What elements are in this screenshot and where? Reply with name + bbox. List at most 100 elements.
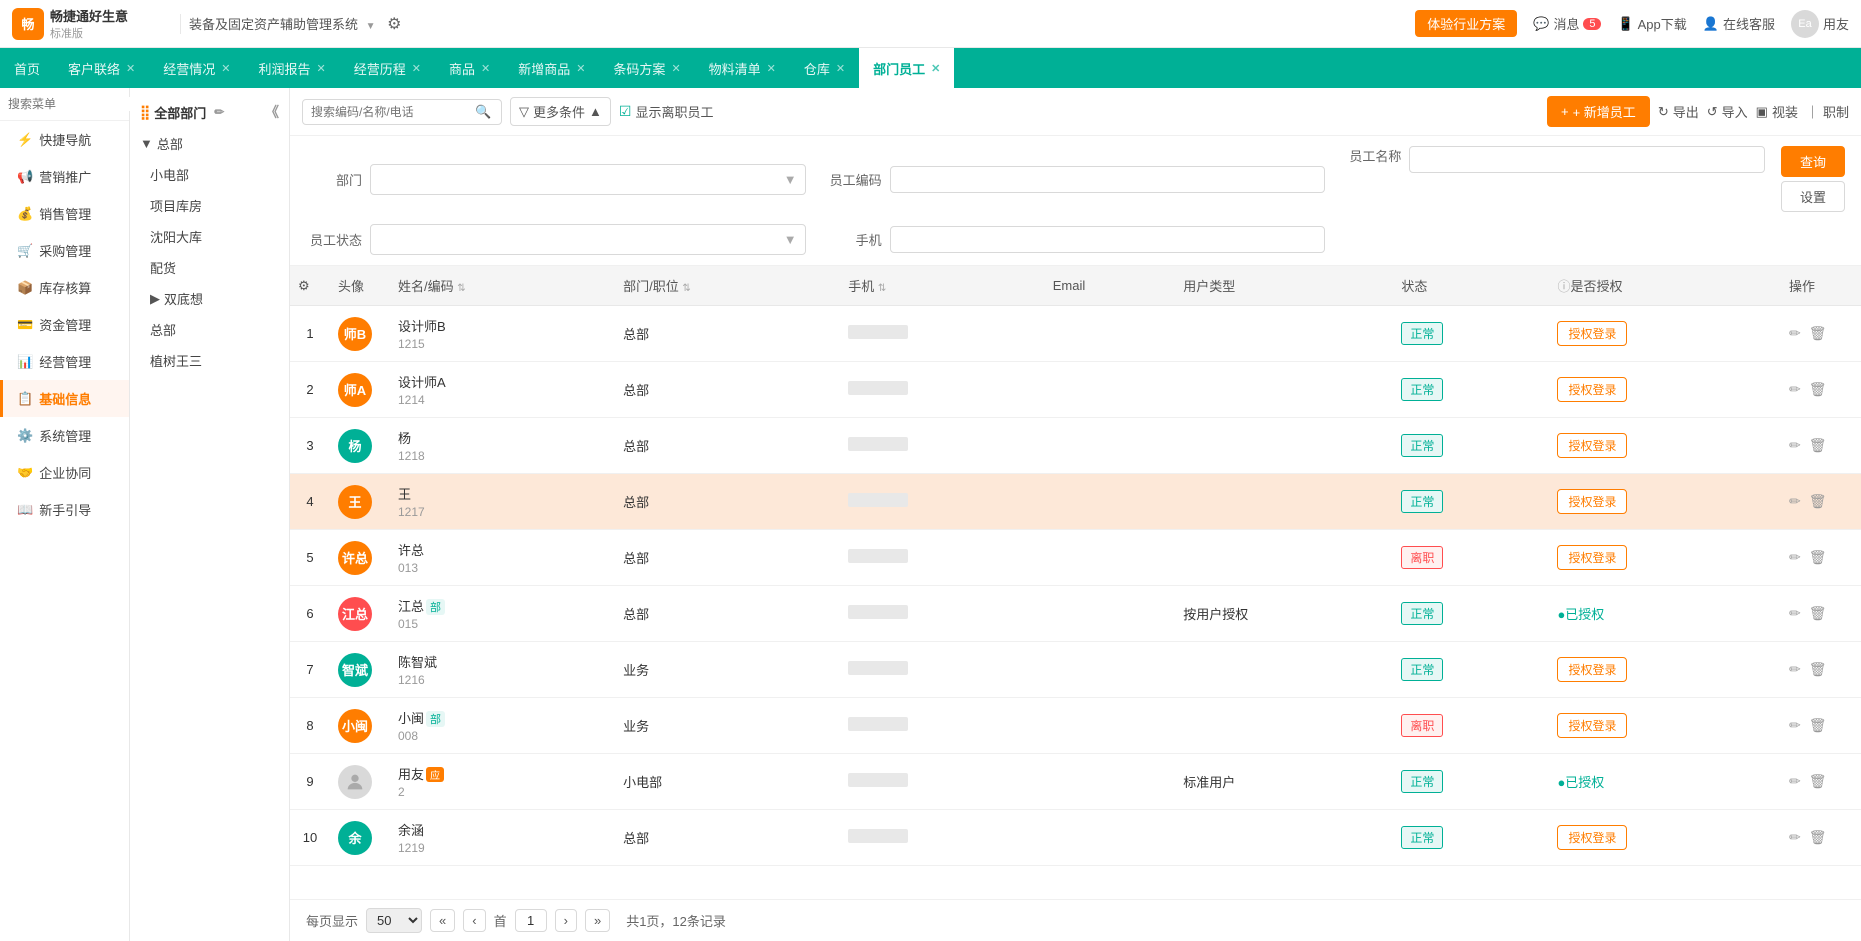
edit-icon[interactable]: ✏: [1789, 437, 1801, 454]
nav-item-system[interactable]: ⚙️ 系统管理: [0, 417, 129, 454]
nav-item-new-goods[interactable]: 新增商品 ✕: [504, 48, 599, 88]
edit-icon[interactable]: ✏: [1789, 381, 1801, 398]
online-service-button[interactable]: 👤 在线客服: [1703, 14, 1775, 33]
nav-item-basic[interactable]: 📋 基础信息: [0, 380, 129, 417]
nav-item-profit[interactable]: 利润报告 ✕: [244, 48, 339, 88]
filter-empname-input[interactable]: [1409, 146, 1765, 173]
delete-icon[interactable]: 🗑: [1809, 381, 1827, 398]
dept-edit-icon[interactable]: ✏: [214, 105, 224, 119]
filter-status-select[interactable]: ▼: [370, 224, 806, 255]
nav-item-operation[interactable]: 经营情况 ✕: [149, 48, 244, 88]
dept-item-zhishu[interactable]: 植树王三: [130, 345, 289, 376]
sort-name-icon[interactable]: ⇅: [457, 283, 465, 294]
dept-item-peihuo[interactable]: 配货: [130, 252, 289, 283]
edit-icon[interactable]: ✏: [1789, 549, 1801, 566]
nav-close-history[interactable]: ✕: [412, 62, 421, 75]
nav-close-profit[interactable]: ✕: [317, 62, 326, 75]
edit-icon[interactable]: ✏: [1789, 493, 1801, 510]
nav-item-customer[interactable]: 客户联络 ✕: [54, 48, 149, 88]
dept-item-xiaodian[interactable]: 小电部: [130, 159, 289, 190]
nav-close-new-goods[interactable]: ✕: [576, 62, 585, 75]
print-button[interactable]: ｜ 职制: [1806, 102, 1849, 121]
prev-page-button[interactable]: ‹: [463, 909, 485, 932]
delete-icon[interactable]: 🗑: [1809, 661, 1827, 678]
delete-icon[interactable]: 🗑: [1809, 325, 1827, 342]
query-button[interactable]: 查询: [1781, 146, 1845, 177]
first-page-button[interactable]: «: [430, 909, 455, 932]
delete-icon[interactable]: 🗑: [1809, 829, 1827, 846]
import-button[interactable]: ↺ 导入: [1707, 102, 1748, 121]
last-page-button[interactable]: »: [585, 909, 610, 932]
show-resigned-checkbox[interactable]: ☑ 显示离职员工: [619, 102, 714, 121]
delete-icon[interactable]: 🗑: [1809, 773, 1827, 790]
nav-item-home[interactable]: 首页: [0, 48, 54, 88]
add-employee-button[interactable]: + + 新增员工: [1547, 96, 1650, 127]
nav-close-customer[interactable]: ✕: [126, 62, 135, 75]
settings-icon[interactable]: ⚙: [387, 16, 401, 33]
nav-item-marketing[interactable]: 📢 营销推广: [0, 158, 129, 195]
delete-icon[interactable]: 🗑: [1809, 549, 1827, 566]
filter-empcode-input[interactable]: [890, 166, 1326, 193]
nav-item-guide[interactable]: 📖 新手引导: [0, 491, 129, 528]
dept-item-zongbu[interactable]: 总部: [130, 314, 289, 345]
settings-col-icon[interactable]: ⚙: [298, 278, 310, 293]
nav-close-warehouse[interactable]: ✕: [836, 62, 845, 75]
next-page-button[interactable]: ›: [555, 909, 577, 932]
auth-button[interactable]: 授权登录: [1557, 825, 1627, 850]
auth-button[interactable]: 授权登录: [1557, 377, 1627, 402]
auth-button[interactable]: 授权登录: [1557, 657, 1627, 682]
nav-item-inventory[interactable]: 📦 库存核算: [0, 269, 129, 306]
search-icon[interactable]: 🔍: [475, 104, 491, 120]
dept-item-shenyang[interactable]: 沈阳大库: [130, 221, 289, 252]
search-input[interactable]: [311, 105, 471, 119]
filter-dept-select[interactable]: ▼: [370, 164, 806, 195]
dept-collapse-icon[interactable]: 《: [265, 102, 279, 122]
page-size-select[interactable]: 50 20 100: [366, 908, 422, 933]
nav-close-goods[interactable]: ✕: [481, 62, 490, 75]
edit-icon[interactable]: ✏: [1789, 325, 1801, 342]
export-button[interactable]: ↻ 导出: [1658, 102, 1699, 121]
dept-item-project[interactable]: 项目库房: [130, 190, 289, 221]
delete-icon[interactable]: 🗑: [1809, 605, 1827, 622]
nav-item-finance[interactable]: 💳 资金管理: [0, 306, 129, 343]
nav-item-employees[interactable]: 部门员工 ✕: [859, 48, 954, 88]
message-button[interactable]: 💬 消息 5: [1533, 14, 1601, 33]
edit-icon[interactable]: ✏: [1789, 661, 1801, 678]
trial-button[interactable]: 体验行业方案: [1415, 10, 1517, 37]
nav-item-bom[interactable]: 物料清单 ✕: [695, 48, 790, 88]
auth-button[interactable]: 授权登录: [1557, 433, 1627, 458]
delete-icon[interactable]: 🗑: [1809, 493, 1827, 510]
nav-close-bom[interactable]: ✕: [767, 62, 776, 75]
auth-button[interactable]: 授权登录: [1557, 489, 1627, 514]
nav-item-business[interactable]: 📊 经营管理: [0, 343, 129, 380]
user-avatar-area[interactable]: Ea 用友: [1791, 10, 1849, 38]
nav-item-quick[interactable]: ⚡ 快捷导航: [0, 121, 129, 158]
edit-icon[interactable]: ✏: [1789, 829, 1801, 846]
nav-item-collab[interactable]: 🤝 企业协同: [0, 454, 129, 491]
auth-button[interactable]: 授权登录: [1557, 545, 1627, 570]
sort-phone-icon[interactable]: ⇅: [878, 283, 886, 294]
filter-phone-input[interactable]: [890, 226, 1326, 253]
nav-item-purchase[interactable]: 🛒 采购管理: [0, 232, 129, 269]
auth-button[interactable]: 授权登录: [1557, 713, 1627, 738]
edit-icon[interactable]: ✏: [1789, 717, 1801, 734]
more-filter-button[interactable]: ▽ 更多条件 ▲: [510, 97, 611, 126]
nav-close-operation[interactable]: ✕: [221, 62, 230, 75]
view-button[interactable]: ▣ 视装: [1756, 102, 1798, 121]
auth-button[interactable]: 授权登录: [1557, 321, 1627, 346]
sort-dept-icon[interactable]: ⇅: [682, 283, 690, 294]
nav-close-employees[interactable]: ✕: [931, 62, 940, 75]
set-button[interactable]: 设置: [1781, 181, 1845, 212]
edit-icon[interactable]: ✏: [1789, 605, 1801, 622]
nav-item-sales[interactable]: 💰 销售管理: [0, 195, 129, 232]
nav-item-barcode[interactable]: 条码方案 ✕: [599, 48, 694, 88]
system-dropdown-arrow[interactable]: ▼: [366, 21, 376, 32]
delete-icon[interactable]: 🗑: [1809, 717, 1827, 734]
dept-item-head[interactable]: ▼ 总部: [130, 128, 289, 159]
delete-icon[interactable]: 🗑: [1809, 437, 1827, 454]
nav-item-history[interactable]: 经营历程 ✕: [340, 48, 435, 88]
dept-item-shuangdi[interactable]: ▶ 双底想: [130, 283, 289, 314]
edit-icon[interactable]: ✏: [1789, 773, 1801, 790]
nav-item-warehouse[interactable]: 仓库 ✕: [790, 48, 859, 88]
nav-item-goods[interactable]: 商品 ✕: [435, 48, 504, 88]
